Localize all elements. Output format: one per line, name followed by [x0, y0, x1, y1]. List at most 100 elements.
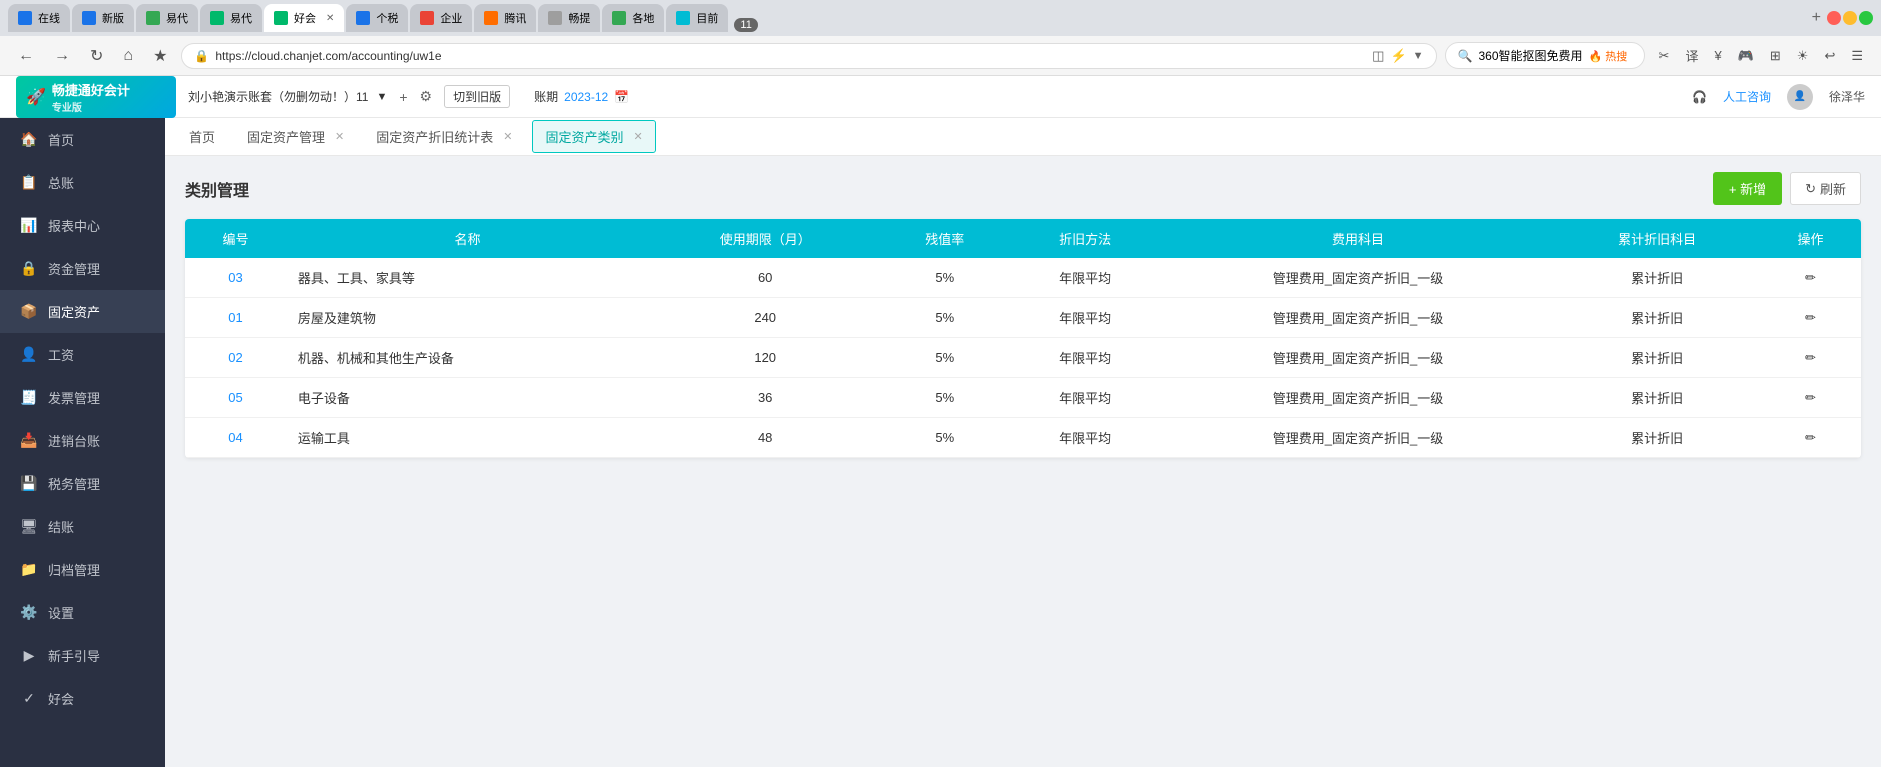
browser-tab-企业[interactable]: 企业 — [410, 4, 472, 32]
cell-rate: 5% — [881, 418, 1008, 458]
table-header-操作: 操作 — [1760, 219, 1861, 258]
browser-search-bar[interactable]: 🔍 360智能抠图免费用 🔥 热搜 — [1445, 42, 1645, 69]
home-button[interactable]: ⌂ — [117, 43, 139, 69]
browser-tab-新版[interactable]: 新版 — [72, 4, 134, 32]
undo-icon[interactable]: ↩ — [1818, 42, 1841, 69]
sidebar-icon-税务管理: 💾 — [20, 475, 38, 493]
content-area: 首页固定资产管理 ✕固定资产折旧统计表 ✕固定资产类别 ✕ 类别管理 + 新增 … — [165, 118, 1881, 767]
cell-rate: 5% — [881, 338, 1008, 378]
forward-button[interactable]: → — [48, 43, 76, 69]
app-container: 🚀 畅捷通好会计 专业版 刘小艳演示账套（勿删勿动！）11 ▼ + ⚙ 切到旧版… — [0, 76, 1881, 767]
cell-edit[interactable]: ✏ — [1760, 378, 1861, 418]
grid-icon[interactable]: ⊞ — [1764, 42, 1787, 69]
cell-expense-subject: 管理费用_固定资产折旧_一级 — [1162, 298, 1554, 338]
sidebar-item-资金管理[interactable]: 🔒 资金管理 — [0, 247, 165, 290]
cell-edit[interactable]: ✏ — [1760, 258, 1861, 298]
page-tab-固定资产类别[interactable]: 固定资产类别 ✕ — [532, 120, 655, 153]
browser-tab-在线[interactable]: 在线 — [8, 4, 70, 32]
page-tab-close-icon[interactable]: ✕ — [503, 130, 512, 143]
sidebar-item-好会[interactable]: ✓ 好会 — [0, 677, 165, 720]
window-min-btn[interactable] — [1843, 11, 1857, 25]
sidebar-item-工资[interactable]: 👤 工资 — [0, 333, 165, 376]
service-icon: 🎧 — [1692, 90, 1707, 104]
tab-label: 腾讯 — [504, 10, 526, 26]
user-info-section: 刘小艳演示账套（勿删勿动！）11 ▼ + ⚙ — [188, 88, 432, 105]
sidebar-item-报表中心[interactable]: 📊 报表中心 — [0, 204, 165, 247]
tab-bar: 在线 新版 易代 易代 好会 ✕ 个税 企业 腾讯 畅提 各地 目前 11 + — [0, 0, 1881, 36]
add-account-btn[interactable]: + — [395, 89, 411, 105]
action-buttons: + 新增 ↻ 刷新 — [1713, 172, 1861, 205]
tab-close-icon[interactable]: ✕ — [326, 13, 334, 24]
bookmark-button[interactable]: ★ — [147, 42, 173, 70]
sidebar-label: 进销台账 — [48, 431, 100, 450]
page-tab-label: 固定资产类别 — [545, 127, 623, 146]
device-icon: ◫ — [1372, 48, 1384, 64]
cell-name: 机器、机械和其他生产设备 — [286, 338, 649, 378]
settings-gear-btn[interactable]: ⚙ — [420, 88, 433, 105]
back-button[interactable]: ← — [12, 43, 40, 69]
browser-tab-腾讯[interactable]: 腾讯 — [474, 4, 536, 32]
user-name: 徐泽华 — [1829, 88, 1865, 105]
tab-label: 企业 — [440, 10, 462, 26]
browser-tab-目前[interactable]: 目前 — [666, 4, 728, 32]
sidebar-item-税务管理[interactable]: 💾 税务管理 — [0, 462, 165, 505]
logo-sub: 专业版 — [52, 99, 130, 114]
cell-expense-subject: 管理费用_固定资产折旧_一级 — [1162, 378, 1554, 418]
cut-icon[interactable]: ✂ — [1653, 42, 1676, 69]
browser-tab-易代[interactable]: 易代 — [136, 4, 198, 32]
tab-favicon — [356, 11, 370, 25]
sidebar-item-首页[interactable]: 🏠 首页 — [0, 118, 165, 161]
new-tab-button[interactable]: + — [1808, 9, 1825, 27]
cell-edit[interactable]: ✏ — [1760, 338, 1861, 378]
sidebar-item-新手引导[interactable]: ▶ 新手引导 — [0, 634, 165, 677]
sidebar-item-总账[interactable]: 📋 总账 — [0, 161, 165, 204]
browser-tab-各地[interactable]: 各地 — [602, 4, 664, 32]
table-header-累计折旧科目: 累计折旧科目 — [1554, 219, 1760, 258]
page-tab-固定资产折旧统计表[interactable]: 固定资产折旧统计表 ✕ — [364, 121, 524, 152]
cell-expense-subject: 管理费用_固定资产折旧_一级 — [1162, 258, 1554, 298]
reload-button[interactable]: ↻ — [84, 42, 109, 70]
browser-tab-畅提[interactable]: 畅提 — [538, 4, 600, 32]
sidebar-item-发票管理[interactable]: 🧾 发票管理 — [0, 376, 165, 419]
service-label[interactable]: 人工咨询 — [1723, 88, 1771, 105]
cell-edit[interactable]: ✏ — [1760, 298, 1861, 338]
sidebar-item-进销台账[interactable]: 📥 进销台账 — [0, 419, 165, 462]
table-header-名称: 名称 — [286, 219, 649, 258]
cell-method: 年限平均 — [1008, 298, 1161, 338]
page-tab-close-icon[interactable]: ✕ — [634, 130, 643, 143]
sidebar-item-设置[interactable]: ⚙️ 设置 — [0, 591, 165, 634]
sidebar-item-固定资产[interactable]: 📦 固定资产 — [0, 290, 165, 333]
game-icon[interactable]: 🎮 — [1732, 42, 1760, 69]
tab-favicon — [676, 11, 690, 25]
window-max-btn[interactable] — [1859, 11, 1873, 25]
browser-tab-易代[interactable]: 易代 — [200, 4, 262, 32]
sidebar-label: 固定资产 — [48, 302, 100, 321]
switch-version-btn[interactable]: 切到旧版 — [444, 85, 510, 108]
refresh-btn[interactable]: ↻ 刷新 — [1790, 172, 1861, 205]
cell-months: 60 — [649, 258, 881, 298]
window-close-btn[interactable] — [1827, 11, 1841, 25]
brightness-icon[interactable]: ☀ — [1791, 42, 1815, 69]
cell-edit[interactable]: ✏ — [1760, 418, 1861, 458]
logo-icon: 🚀 — [26, 87, 46, 107]
sidebar-icon-总账: 📋 — [20, 174, 38, 192]
new-record-btn[interactable]: + 新增 — [1713, 172, 1782, 205]
logo-name: 畅捷通好会计 — [52, 80, 130, 99]
sidebar-item-结账[interactable]: 🖥 结账 — [0, 505, 165, 548]
page-tab-close-icon[interactable]: ✕ — [335, 130, 344, 143]
wallet-icon[interactable]: ¥ — [1708, 42, 1727, 69]
address-bar[interactable]: 🔒 https://cloud.chanjet.com/accounting/u… — [181, 43, 1436, 69]
sidebar-icon-设置: ⚙️ — [20, 604, 38, 622]
translate-icon[interactable]: 译 — [1679, 42, 1704, 69]
page-tab-固定资产管理[interactable]: 固定资产管理 ✕ — [235, 121, 356, 152]
browser-tab-好会[interactable]: 好会 ✕ — [264, 4, 344, 32]
main-layout: 🏠 首页📋 总账📊 报表中心🔒 资金管理📦 固定资产👤 工资🧾 发票管理📥 进销… — [0, 118, 1881, 767]
breadcrumb-home[interactable]: 首页 — [181, 121, 223, 152]
sidebar-item-归档管理[interactable]: 📁 归档管理 — [0, 548, 165, 591]
sidebar-label: 归档管理 — [48, 560, 100, 579]
browser-tab-个税[interactable]: 个税 — [346, 4, 408, 32]
cell-accum-subject: 累计折旧 — [1554, 258, 1760, 298]
data-table: 编号名称使用期限（月）残值率折旧方法费用科目累计折旧科目操作 03器具、工具、家… — [185, 219, 1861, 458]
menu-icon[interactable]: ☰ — [1845, 42, 1869, 69]
tab-label: 畅提 — [568, 10, 590, 26]
